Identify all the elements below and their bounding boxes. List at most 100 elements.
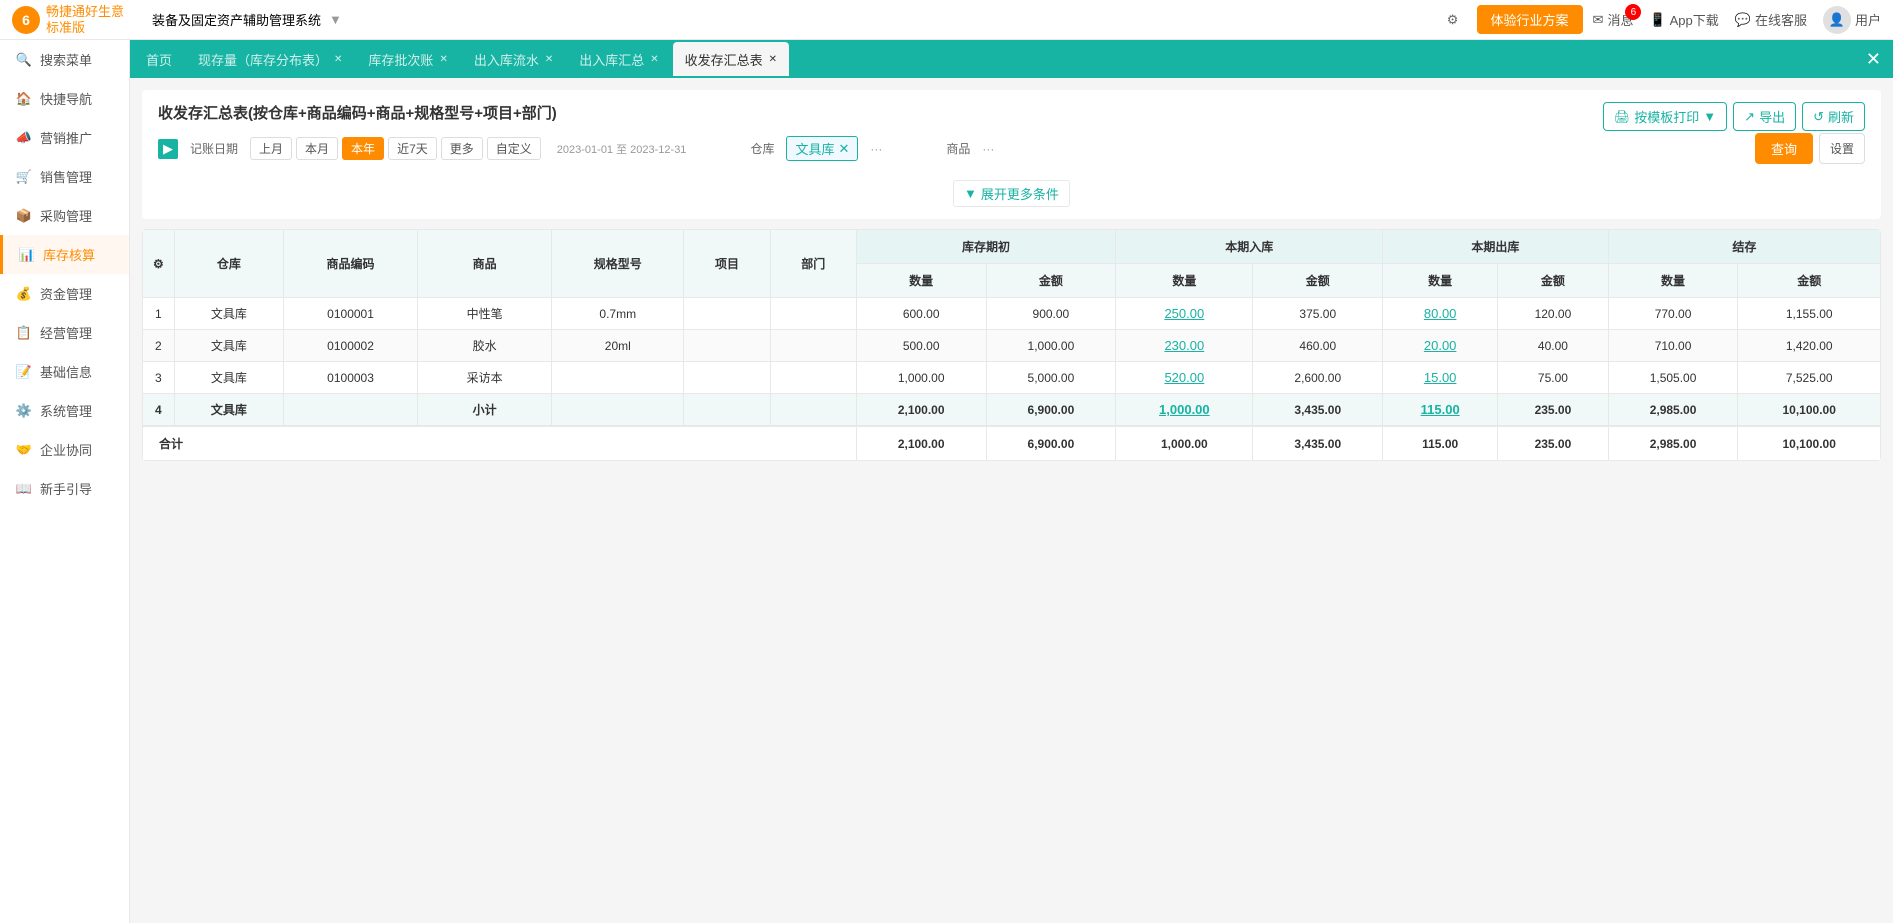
tab-inout-flow-close-icon[interactable]: ✕ — [545, 54, 553, 65]
tab-stock-dist[interactable]: 现存量（库存分布表） ✕ — [186, 42, 354, 76]
sidebar-item-basic-info[interactable]: 📝 基础信息 — [0, 352, 129, 391]
user-label: 用户 — [1855, 10, 1881, 29]
tab-home-label: 首页 — [146, 50, 172, 69]
subtotal-out-qty[interactable]: 115.00 — [1383, 394, 1498, 427]
subtotal-in-qty[interactable]: 1,000.00 — [1116, 394, 1253, 427]
export-button[interactable]: ↗ 导出 — [1733, 102, 1796, 131]
tab-home[interactable]: 首页 — [134, 42, 184, 76]
row3-in-qty-link[interactable]: 520.00 — [1164, 370, 1204, 385]
system-dropdown-icon[interactable]: ▼ — [329, 12, 342, 27]
sidebar-item-label: 库存核算 — [43, 245, 95, 264]
row2-department — [770, 330, 856, 362]
purchase-icon: 📦 — [16, 208, 32, 224]
sidebar-item-sales[interactable]: 🛒 销售管理 — [0, 157, 129, 196]
system-title: 装备及固定资产辅助管理系统 ▼ — [152, 10, 1429, 29]
date-shortcuts: 上月 本月 本年 近7天 更多 自定义 — [250, 137, 541, 160]
refresh-button[interactable]: ↺ 刷新 — [1802, 102, 1865, 131]
online-service-item[interactable]: 💬 在线客服 — [1735, 10, 1807, 29]
sidebar-item-label: 资金管理 — [40, 284, 92, 303]
query-button[interactable]: 查询 — [1755, 133, 1813, 164]
top-right: ✉ 消息 6 📱 App下载 💬 在线客服 👤 用户 — [1593, 6, 1881, 34]
tabs-close-all-icon[interactable]: ✕ — [1858, 49, 1889, 70]
row3-opening-amt: 5,000.00 — [986, 362, 1116, 394]
tab-stock-dist-label: 现存量（库存分布表） — [198, 50, 328, 69]
total-out-qty: 115.00 — [1383, 426, 1498, 461]
total-balance-amt: 10,100.00 — [1738, 426, 1881, 461]
basicinfo-icon: 📝 — [16, 364, 32, 380]
th-warehouse: 仓库 — [174, 230, 283, 298]
row1-out-qty-link[interactable]: 80.00 — [1424, 306, 1457, 321]
expand-conditions-button[interactable]: ▼ 展开更多条件 — [953, 180, 1070, 207]
content-area: 首页 现存量（库存分布表） ✕ 库存批次账 ✕ 出入库流水 ✕ 出入库汇总 ✕ … — [130, 40, 1893, 923]
sidebar-item-search[interactable]: 🔍 搜索菜单 — [0, 40, 129, 79]
filter-settings-button[interactable]: 设置 — [1819, 133, 1865, 164]
tab-stock-dist-close-icon[interactable]: ✕ — [334, 54, 342, 65]
subtotal-out-qty-link[interactable]: 115.00 — [1421, 402, 1460, 417]
total-row: 合计 2,100.00 6,900.00 1,000.00 3,435.00 1… — [143, 426, 1881, 461]
date-btn-last-month[interactable]: 上月 — [250, 137, 292, 160]
row2-product-name: 胶水 — [418, 330, 552, 362]
row2-out-qty-link[interactable]: 20.00 — [1424, 338, 1457, 353]
row3-in-qty[interactable]: 520.00 — [1116, 362, 1253, 394]
th-settings[interactable]: ⚙ — [143, 230, 175, 298]
sidebar-item-inventory[interactable]: 📊 库存核算 — [0, 235, 129, 274]
total-out-amt: 235.00 — [1498, 426, 1609, 461]
tab-batch-account[interactable]: 库存批次账 ✕ — [356, 42, 459, 76]
date-range-text: 2023-01-01 至 2023-12-31 — [557, 141, 687, 157]
trial-button[interactable]: 体验行业方案 — [1477, 5, 1583, 34]
tab-inout-summary-close-icon[interactable]: ✕ — [650, 54, 658, 65]
warehouse-tag-remove-icon[interactable]: ✕ — [838, 141, 849, 157]
message-icon: ✉ — [1593, 12, 1604, 28]
logo-text: 畅捷通好生意 标准版 — [46, 4, 124, 35]
subtotal-row: 4 文具库 小计 2,100.00 6,900.00 1,000.00 3,43… — [143, 394, 1881, 427]
message-item[interactable]: ✉ 消息 6 — [1593, 10, 1634, 29]
row2-out-qty[interactable]: 20.00 — [1383, 330, 1498, 362]
warehouse-more-icon[interactable]: ··· — [870, 142, 882, 156]
sidebar-item-guide[interactable]: 📖 新手引导 — [0, 469, 129, 508]
row3-out-qty-link[interactable]: 15.00 — [1424, 370, 1457, 385]
tab-recv-send-summary[interactable]: 收发存汇总表 ✕ — [673, 42, 789, 76]
filter-expand-arrow[interactable]: ▶ — [158, 139, 178, 159]
row3-out-qty[interactable]: 15.00 — [1383, 362, 1498, 394]
sidebar-item-system[interactable]: ⚙️ 系统管理 — [0, 391, 129, 430]
expand-row: ▼ 展开更多条件 — [158, 172, 1865, 207]
sales-icon: 🛒 — [16, 169, 32, 185]
date-btn-this-year[interactable]: 本年 — [342, 137, 384, 160]
sidebar-item-operations[interactable]: 📋 经营管理 — [0, 313, 129, 352]
th-project: 项目 — [684, 230, 770, 298]
warehouse-tag: 文具库 ✕ — [786, 136, 858, 161]
row1-project — [684, 298, 770, 330]
row1-in-qty[interactable]: 250.00 — [1116, 298, 1253, 330]
row3-product-name: 采访本 — [418, 362, 552, 394]
table-row: 1 文具库 0100001 中性笔 0.7mm 600.00 900.00 25… — [143, 298, 1881, 330]
date-btn-this-month[interactable]: 本月 — [296, 137, 338, 160]
print-dropdown-icon[interactable]: ▼ — [1703, 109, 1716, 124]
sidebar-item-finance[interactable]: 💰 资金管理 — [0, 274, 129, 313]
sidebar-item-marketing[interactable]: 📣 营销推广 — [0, 118, 129, 157]
tab-recv-send-summary-close-icon[interactable]: ✕ — [769, 54, 777, 65]
sidebar-item-purchase[interactable]: 📦 采购管理 — [0, 196, 129, 235]
row2-in-qty[interactable]: 230.00 — [1116, 330, 1253, 362]
th-group-balance: 结存 — [1608, 230, 1880, 264]
subtotal-in-qty-link[interactable]: 1,000.00 — [1159, 402, 1210, 417]
row1-out-qty[interactable]: 80.00 — [1383, 298, 1498, 330]
sidebar-item-enterprise[interactable]: 🤝 企业协同 — [0, 430, 129, 469]
tab-inout-summary[interactable]: 出入库汇总 ✕ — [567, 42, 670, 76]
date-btn-more[interactable]: 更多 — [441, 137, 483, 160]
sidebar-item-quick-nav[interactable]: 🏠 快捷导航 — [0, 79, 129, 118]
warehouse-filter-label: 仓库 — [750, 140, 774, 157]
tab-batch-account-label: 库存批次账 — [368, 50, 433, 69]
row3-department — [770, 362, 856, 394]
date-btn-custom[interactable]: 自定义 — [487, 137, 541, 160]
print-button[interactable]: 🖨 按模板打印 ▼ — [1603, 102, 1727, 131]
date-btn-7days[interactable]: 近7天 — [388, 137, 437, 160]
user-item[interactable]: 👤 用户 — [1823, 6, 1881, 34]
product-more-icon[interactable]: ··· — [982, 142, 994, 156]
row2-in-qty-link[interactable]: 230.00 — [1164, 338, 1204, 353]
tab-inout-flow[interactable]: 出入库流水 ✕ — [462, 42, 565, 76]
tab-batch-account-close-icon[interactable]: ✕ — [439, 54, 447, 65]
app-download-item[interactable]: 📱 App下载 — [1649, 10, 1718, 29]
settings-icon[interactable]: ⚙ — [1439, 6, 1467, 34]
filter-row-1: ▶ 记账日期 上月 本月 本年 近7天 更多 自定义 2023-01-01 至 … — [158, 133, 1865, 164]
row1-in-qty-link[interactable]: 250.00 — [1164, 306, 1204, 321]
